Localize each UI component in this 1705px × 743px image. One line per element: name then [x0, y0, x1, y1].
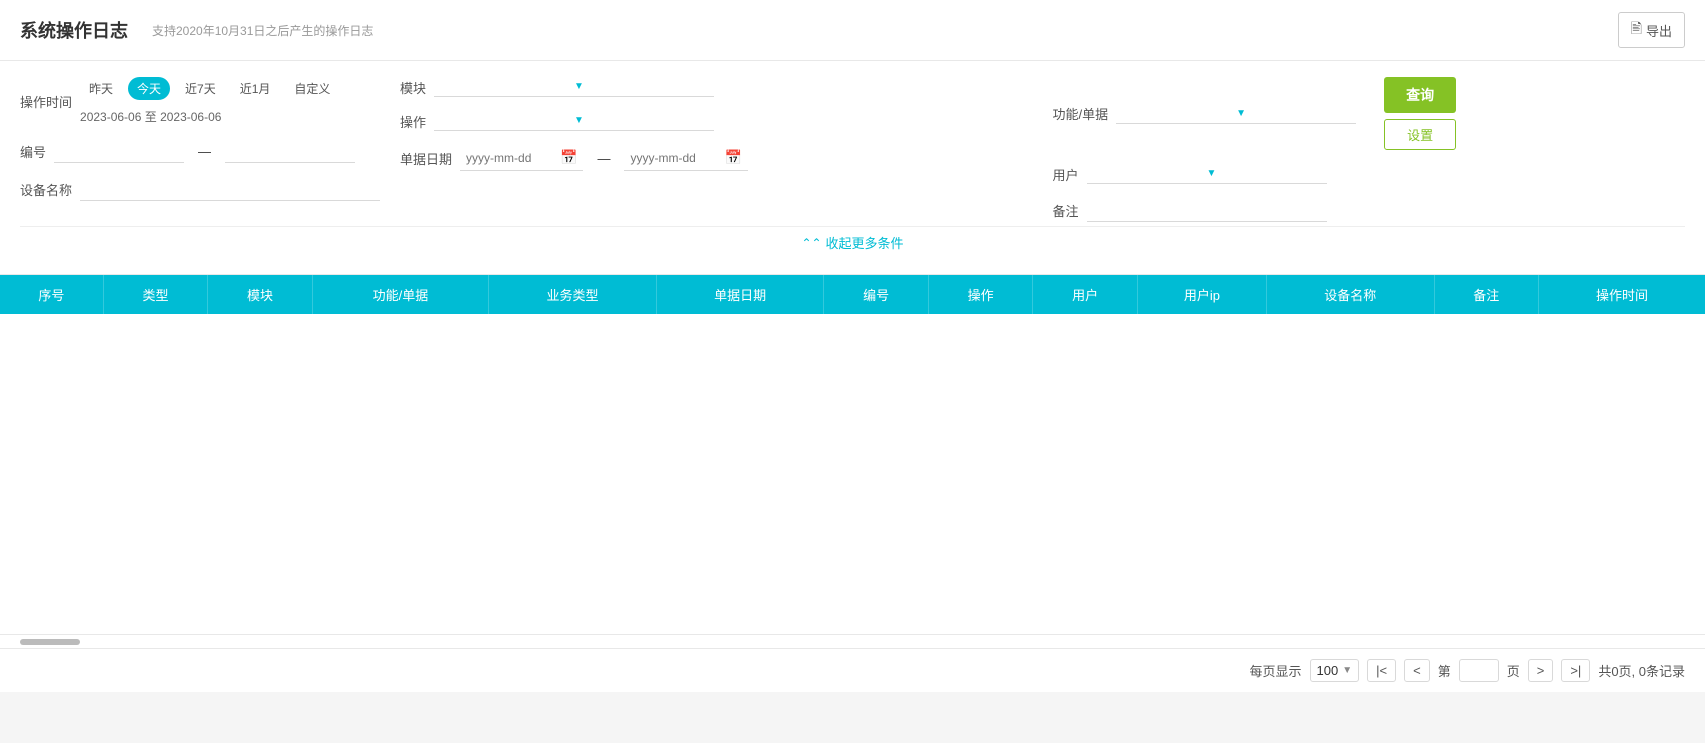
- operation-dropdown[interactable]: ▼: [434, 111, 714, 131]
- pagination: 每页显示 100 ▼ |< < 第 1 页 > >| 共0页, 0条记录: [0, 648, 1705, 692]
- table-col-序号: 序号: [0, 275, 103, 314]
- module-label: 模块: [400, 78, 426, 97]
- user-dropdown[interactable]: ▼: [1087, 164, 1327, 184]
- operation-chevron-icon: ▼: [574, 115, 706, 126]
- calendar-start-icon: 📅: [560, 149, 577, 166]
- operation-label: 操作: [400, 112, 426, 131]
- page-header: 系统操作日志 支持2020年10月31日之后产生的操作日志 🖹 导出: [0, 0, 1705, 61]
- filter-panel: 操作时间 昨天 今天 近7天 近1月 自定义 2023-06-06 至 2023…: [0, 61, 1705, 275]
- page-size-chevron-icon: ▼: [1342, 665, 1352, 676]
- table-section: 序号类型模块功能/单据业务类型单据日期编号操作用户用户ip设备名称备注操作时间: [0, 275, 1705, 634]
- export-button[interactable]: 🖹 导出: [1618, 12, 1685, 48]
- export-label: 导出: [1646, 21, 1672, 40]
- scrollbar-thumb[interactable]: [20, 639, 80, 645]
- collapse-button[interactable]: ⌃⌃ 收起更多条件: [20, 226, 1685, 258]
- module-chevron-icon: ▼: [574, 81, 706, 92]
- function-label: 功能/单据: [1053, 104, 1109, 123]
- table-header-row: 序号类型模块功能/单据业务类型单据日期编号操作用户用户ip设备名称备注操作时间: [0, 275, 1705, 314]
- settings-button[interactable]: 设置: [1384, 119, 1456, 150]
- voucher-date-label: 单据日期: [400, 149, 452, 168]
- table-col-操作: 操作: [928, 275, 1032, 314]
- first-page-button[interactable]: |<: [1367, 659, 1396, 682]
- query-button[interactable]: 查询: [1384, 77, 1456, 113]
- table-col-功能/单据: 功能/单据: [312, 275, 488, 314]
- page-title: 系统操作日志: [20, 17, 128, 43]
- operation-time-filter: 操作时间 昨天 今天 近7天 近1月 自定义 2023-06-06 至 2023…: [20, 77, 380, 125]
- time-btn-custom[interactable]: 自定义: [285, 77, 339, 100]
- next-page-button[interactable]: >: [1528, 659, 1554, 682]
- user-filter: 用户 ▼: [1053, 164, 1686, 184]
- date-end-picker[interactable]: 📅: [624, 145, 747, 171]
- table-col-用户: 用户: [1033, 275, 1137, 314]
- voucher-date-filter: 单据日期 📅 — 📅: [400, 145, 1033, 171]
- table-col-单据日期: 单据日期: [656, 275, 824, 314]
- data-table: 序号类型模块功能/单据业务类型单据日期编号操作用户用户ip设备名称备注操作时间: [0, 275, 1705, 314]
- time-btn-1month[interactable]: 近1月: [231, 77, 280, 100]
- time-btn-7days[interactable]: 近7天: [176, 77, 225, 100]
- page-number-input[interactable]: 1: [1459, 659, 1499, 682]
- table-header: 序号类型模块功能/单据业务类型单据日期编号操作用户用户ip设备名称备注操作时间: [0, 275, 1705, 314]
- device-filter: 设备名称: [20, 177, 380, 201]
- calendar-end-icon: 📅: [724, 149, 741, 166]
- page-size-dropdown[interactable]: 100 ▼: [1310, 659, 1360, 682]
- date-start-picker[interactable]: 📅: [460, 145, 583, 171]
- date-start-input[interactable]: [466, 151, 556, 165]
- page-label: 第: [1438, 661, 1451, 680]
- date-sep: —: [597, 151, 610, 166]
- time-btn-yesterday[interactable]: 昨天: [80, 77, 122, 100]
- remark-filter: 备注: [1053, 198, 1686, 222]
- page-unit: 页: [1507, 661, 1520, 680]
- number-filter: 编号 —: [20, 139, 380, 163]
- number-label: 编号: [20, 142, 46, 161]
- table-col-模块: 模块: [208, 275, 312, 314]
- table-col-类型: 类型: [103, 275, 207, 314]
- scrollbar-area[interactable]: [0, 634, 1705, 648]
- table-col-业务类型: 业务类型: [489, 275, 657, 314]
- page-subtitle: 支持2020年10月31日之后产生的操作日志: [152, 22, 373, 39]
- table-col-用户ip: 用户ip: [1137, 275, 1266, 314]
- operation-time-label: 操作时间: [20, 92, 72, 111]
- function-filter: 功能/单据 ▼ 查询 设置: [1053, 77, 1686, 150]
- prev-page-button[interactable]: <: [1404, 659, 1430, 682]
- time-btn-today[interactable]: 今天: [128, 77, 170, 100]
- page-size-label: 每页显示: [1250, 661, 1302, 680]
- module-dropdown[interactable]: ▼: [434, 77, 714, 97]
- operation-filter: 操作 ▼: [400, 111, 1033, 131]
- empty-area: [0, 314, 1705, 634]
- user-label: 用户: [1053, 165, 1079, 184]
- last-page-button[interactable]: >|: [1561, 659, 1590, 682]
- date-range-display: 2023-06-06 至 2023-06-06: [80, 108, 339, 125]
- device-input[interactable]: [80, 177, 380, 201]
- number-end-input[interactable]: [225, 139, 355, 163]
- collapse-chevron-icon: ⌃⌃: [801, 236, 821, 250]
- remark-input[interactable]: [1087, 198, 1327, 222]
- time-filter-block: 昨天 今天 近7天 近1月 自定义 2023-06-06 至 2023-06-0…: [80, 77, 339, 125]
- remark-label: 备注: [1053, 201, 1079, 220]
- module-filter: 模块 ▼: [400, 77, 1033, 97]
- user-chevron-icon: ▼: [1207, 168, 1319, 179]
- page-size-value: 100: [1317, 663, 1339, 678]
- date-end-input[interactable]: [630, 151, 720, 165]
- page-summary: 共0页, 0条记录: [1598, 661, 1685, 680]
- table-col-备注: 备注: [1434, 275, 1538, 314]
- time-options: 昨天 今天 近7天 近1月 自定义: [80, 77, 339, 100]
- number-sep: —: [198, 144, 211, 159]
- number-start-input[interactable]: [54, 139, 184, 163]
- collapse-label: 收起更多条件: [826, 233, 904, 252]
- table-col-操作时间: 操作时间: [1539, 275, 1705, 314]
- device-label: 设备名称: [20, 180, 72, 199]
- export-icon: 🖹: [1631, 18, 1642, 42]
- table-col-编号: 编号: [824, 275, 928, 314]
- function-chevron-icon: ▼: [1236, 108, 1348, 119]
- table-col-设备名称: 设备名称: [1266, 275, 1434, 314]
- function-dropdown[interactable]: ▼: [1116, 104, 1356, 124]
